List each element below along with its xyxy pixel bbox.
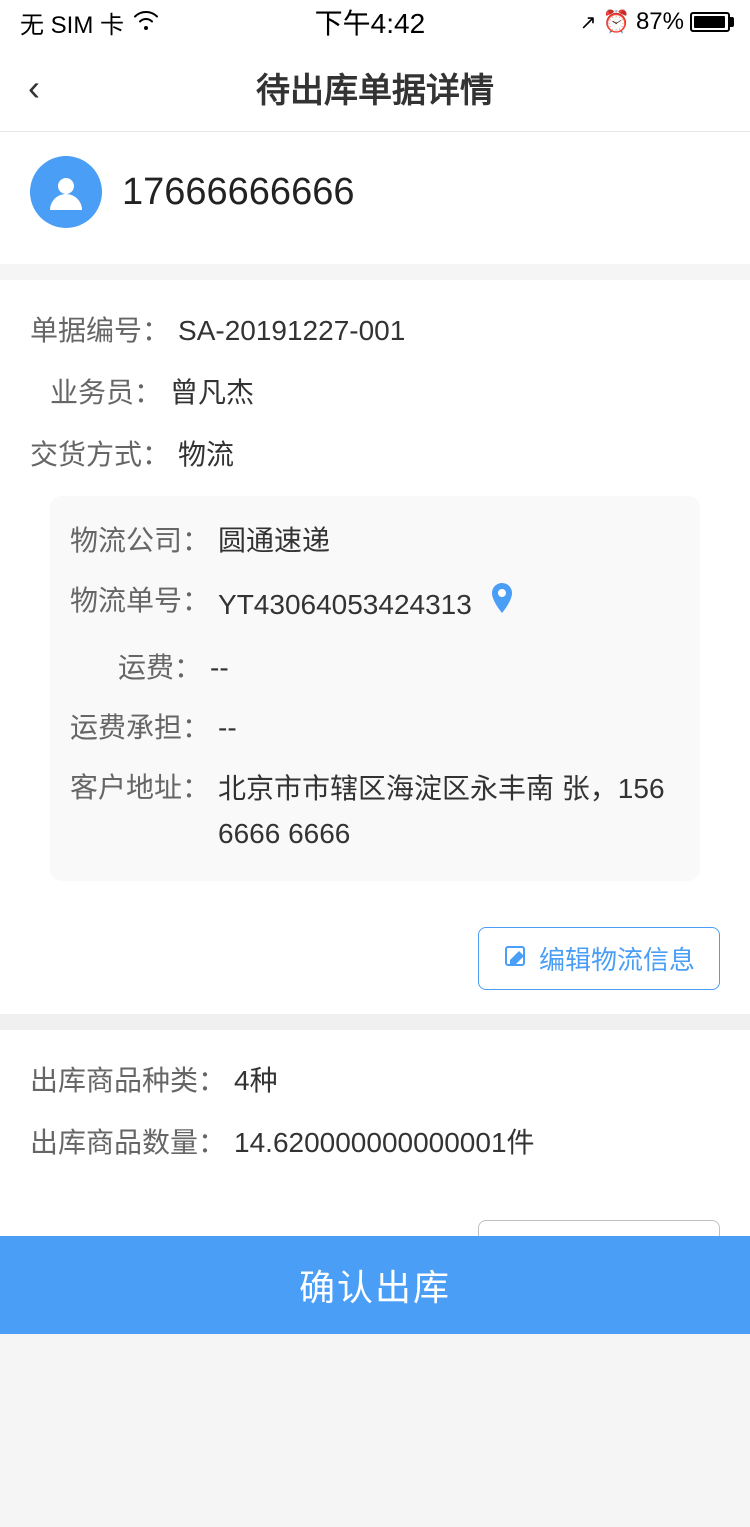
alarm-icon: ⏰ xyxy=(603,9,630,35)
battery-icon xyxy=(690,12,730,32)
confirm-button-wrapper: 确认出库 xyxy=(0,1236,750,1334)
delivery-method-value: 物流 xyxy=(178,434,720,476)
page-title: 待出库单据详情 xyxy=(256,63,494,112)
freight-bearer-row: 运费承担： -- xyxy=(70,707,680,749)
status-right: ↗ ⏰ 87% xyxy=(580,8,730,36)
goods-quantity-label: 出库商品数量： xyxy=(30,1122,234,1164)
location-status-icon: ↗ xyxy=(580,10,597,35)
status-time: 下午4:42 xyxy=(315,2,426,42)
tracking-number-label: 物流单号： xyxy=(70,580,218,622)
confirm-outbound-button[interactable]: 确认出库 xyxy=(0,1236,750,1334)
edit-icon xyxy=(503,944,531,972)
avatar xyxy=(30,156,102,228)
freight-row: 运费： -- xyxy=(70,647,680,689)
edit-logistics-label: 编辑物流信息 xyxy=(539,940,695,977)
back-button[interactable]: ‹ xyxy=(28,67,40,109)
customer-phone: 17666666666 xyxy=(122,171,354,214)
order-number-label: 单据编号： xyxy=(30,310,178,352)
section-divider xyxy=(0,1014,750,1030)
goods-types-value: 4种 xyxy=(234,1060,720,1102)
battery-percent: 87% xyxy=(636,8,684,36)
wifi-icon xyxy=(132,8,160,37)
edit-logistics-wrapper: 编辑物流信息 xyxy=(0,911,750,1014)
sales-rep-label: 业务员： xyxy=(30,372,170,414)
address-value: 北京市市辖区海淀区永丰南 张，156 6666 6666 xyxy=(218,767,680,857)
logistics-company-value: 圆通速递 xyxy=(218,520,680,562)
address-row: 客户地址： 北京市市辖区海淀区永丰南 张，156 6666 6666 xyxy=(70,767,680,857)
tracking-number-row: 物流单号： YT43064053424313 xyxy=(70,580,680,629)
edit-logistics-button[interactable]: 编辑物流信息 xyxy=(478,927,720,990)
customer-header: 17666666666 xyxy=(0,132,750,252)
freight-bearer-value: -- xyxy=(218,707,680,749)
freight-value: -- xyxy=(210,647,680,689)
logistics-company-row: 物流公司： 圆通速递 xyxy=(70,520,680,562)
sales-rep-value: 曾凡杰 xyxy=(170,372,720,414)
order-number-value: SA-20191227-001 xyxy=(178,310,720,352)
map-pin-icon[interactable] xyxy=(484,580,520,629)
goods-types-label: 出库商品种类： xyxy=(30,1060,234,1102)
logistics-card: 物流公司： 圆通速递 物流单号： YT43064053424313 运费： --… xyxy=(50,496,700,881)
address-label: 客户地址： xyxy=(70,767,218,809)
status-bar: 无 SIM 卡 下午4:42 ↗ ⏰ 87% xyxy=(0,0,750,44)
goods-quantity-row: 出库商品数量： 14.620000000000001件 xyxy=(30,1122,720,1164)
status-left: 无 SIM 卡 xyxy=(20,5,160,40)
sales-rep-row: 业务员： 曾凡杰 xyxy=(30,372,720,414)
freight-label: 运费： xyxy=(70,647,210,689)
order-number-row: 单据编号： SA-20191227-001 xyxy=(30,310,720,352)
delivery-method-label: 交货方式： xyxy=(30,434,178,476)
goods-quantity-value: 14.620000000000001件 xyxy=(234,1122,720,1164)
logistics-company-label: 物流公司： xyxy=(70,520,218,562)
goods-section: 出库商品种类： 4种 出库商品数量： 14.620000000000001件 xyxy=(0,1030,750,1204)
delivery-method-row: 交货方式： 物流 xyxy=(30,434,720,476)
goods-types-row: 出库商品种类： 4种 xyxy=(30,1060,720,1102)
nav-bar: ‹ 待出库单据详情 xyxy=(0,44,750,132)
freight-bearer-label: 运费承担： xyxy=(70,707,218,749)
carrier-text: 无 SIM 卡 xyxy=(20,5,124,40)
dashed-divider xyxy=(0,252,750,264)
tracking-number-value: YT43064053424313 xyxy=(218,580,680,629)
order-info-section: 单据编号： SA-20191227-001 业务员： 曾凡杰 交货方式： 物流 … xyxy=(0,280,750,911)
tracking-number-text: YT43064053424313 xyxy=(218,584,472,626)
bottom-spacer xyxy=(0,1307,750,1527)
person-icon xyxy=(44,170,88,214)
